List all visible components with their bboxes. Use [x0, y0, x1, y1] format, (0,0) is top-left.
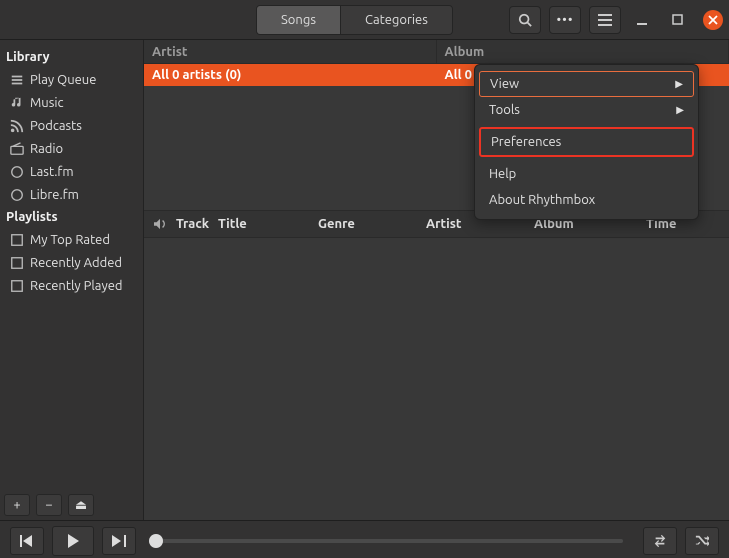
lastfm-icon	[10, 165, 24, 179]
rss-icon	[10, 119, 24, 133]
playlist-icon	[10, 256, 24, 270]
repeat-button[interactable]	[643, 527, 677, 555]
sidebar-item-label: Play Queue	[30, 73, 96, 87]
sidebar-item-recently-added[interactable]: Recently Added	[0, 251, 143, 274]
sidebar-item-label: Recently Played	[30, 279, 123, 293]
tab-songs[interactable]: Songs	[257, 6, 340, 34]
playback-bar	[0, 520, 729, 558]
search-button[interactable]	[509, 6, 541, 34]
menu-label: Help	[489, 167, 516, 181]
main-area: Artist All 0 artists (0) Album All 0 Tra…	[144, 40, 729, 520]
menu-label: Preferences	[491, 135, 561, 149]
close-icon	[708, 15, 718, 25]
play-icon	[66, 534, 80, 548]
view-switcher: Songs Categories	[256, 5, 453, 35]
seek-slider[interactable]	[156, 539, 623, 543]
sidebar-item-my-top-rated[interactable]: My Top Rated	[0, 228, 143, 251]
eject-icon: ⏏	[75, 498, 87, 513]
chevron-right-icon: ▶	[675, 78, 683, 90]
sidebar-item-lastfm[interactable]: Last.fm	[0, 160, 143, 183]
menu-view[interactable]: View ▶	[479, 71, 694, 97]
menu-help[interactable]: Help	[479, 161, 694, 187]
eject-button[interactable]: ⏏	[68, 494, 94, 516]
music-icon	[10, 96, 24, 110]
sidebar-item-radio[interactable]: Radio	[0, 137, 143, 160]
artist-row-all[interactable]: All 0 artists (0)	[144, 64, 437, 86]
sidebar-item-label: Music	[30, 96, 64, 110]
speaker-icon	[153, 218, 167, 230]
playlist-icon	[10, 279, 24, 293]
col-track[interactable]: Track	[170, 217, 212, 231]
prev-button[interactable]	[10, 527, 44, 555]
seek-knob[interactable]	[149, 534, 163, 548]
sidebar-item-recently-played[interactable]: Recently Played	[0, 274, 143, 297]
playlists-header: Playlists	[0, 206, 143, 228]
menu-tools[interactable]: Tools ▶	[479, 97, 694, 123]
shuffle-button[interactable]	[685, 527, 719, 555]
col-title[interactable]: Title	[212, 217, 312, 231]
skip-forward-icon	[112, 535, 126, 547]
plus-icon: +	[13, 498, 20, 512]
skip-back-icon	[20, 535, 34, 547]
sidebar-item-label: Podcasts	[30, 119, 82, 133]
sidebar-item-music[interactable]: Music	[0, 91, 143, 114]
remove-button[interactable]: −	[36, 494, 62, 516]
add-button[interactable]: +	[4, 494, 30, 516]
close-button[interactable]	[703, 10, 723, 30]
librefm-icon	[10, 188, 24, 202]
menu-label: Tools	[489, 103, 520, 117]
maximize-button[interactable]	[665, 8, 689, 32]
ellipsis-icon: •••	[556, 13, 573, 27]
playlist-icon	[10, 233, 24, 247]
col-playing[interactable]	[144, 218, 170, 230]
sidebar-item-label: Recently Added	[30, 256, 122, 270]
next-button[interactable]	[102, 527, 136, 555]
sidebar-item-podcasts[interactable]: Podcasts	[0, 114, 143, 137]
sidebar-item-label: Last.fm	[30, 165, 74, 179]
album-header[interactable]: Album	[437, 40, 729, 64]
tab-categories[interactable]: Categories	[340, 6, 452, 34]
track-list[interactable]	[144, 238, 729, 520]
more-button[interactable]: •••	[549, 6, 581, 34]
menu-label: View	[490, 77, 519, 91]
sidebar-item-label: Radio	[30, 142, 63, 156]
sidebar-item-label: Libre.fm	[30, 188, 79, 202]
chevron-right-icon: ▶	[676, 104, 684, 116]
app-menu-dropdown: View ▶ Tools ▶ Preferences Help About Rhyt…	[474, 64, 699, 220]
artist-column: Artist All 0 artists (0)	[144, 40, 437, 210]
radio-icon	[10, 142, 24, 156]
menu-preferences[interactable]: Preferences	[479, 127, 694, 157]
titlebar: Songs Categories •••	[0, 0, 729, 40]
app-menu-button[interactable]	[589, 6, 621, 34]
library-header: Library	[0, 46, 143, 68]
shuffle-icon	[695, 534, 709, 548]
minimize-button[interactable]	[631, 8, 655, 32]
maximize-icon	[672, 14, 683, 25]
play-button[interactable]	[52, 526, 94, 556]
sidebar-item-play-queue[interactable]: Play Queue	[0, 68, 143, 91]
hamburger-icon	[598, 14, 612, 26]
menu-label: About Rhythmbox	[489, 193, 595, 207]
artist-header[interactable]: Artist	[144, 40, 437, 64]
sidebar: Library Play Queue Music Podcasts Radio …	[0, 40, 144, 520]
menu-about[interactable]: About Rhythmbox	[479, 187, 694, 213]
repeat-icon	[653, 534, 667, 548]
sidebar-item-label: My Top Rated	[30, 233, 110, 247]
minimize-icon	[637, 14, 649, 26]
queue-icon	[10, 73, 24, 87]
search-icon	[518, 13, 532, 27]
col-genre[interactable]: Genre	[312, 217, 420, 231]
minus-icon: −	[45, 498, 52, 512]
sidebar-bottom-controls: + − ⏏	[4, 494, 94, 516]
sidebar-item-librefm[interactable]: Libre.fm	[0, 183, 143, 206]
